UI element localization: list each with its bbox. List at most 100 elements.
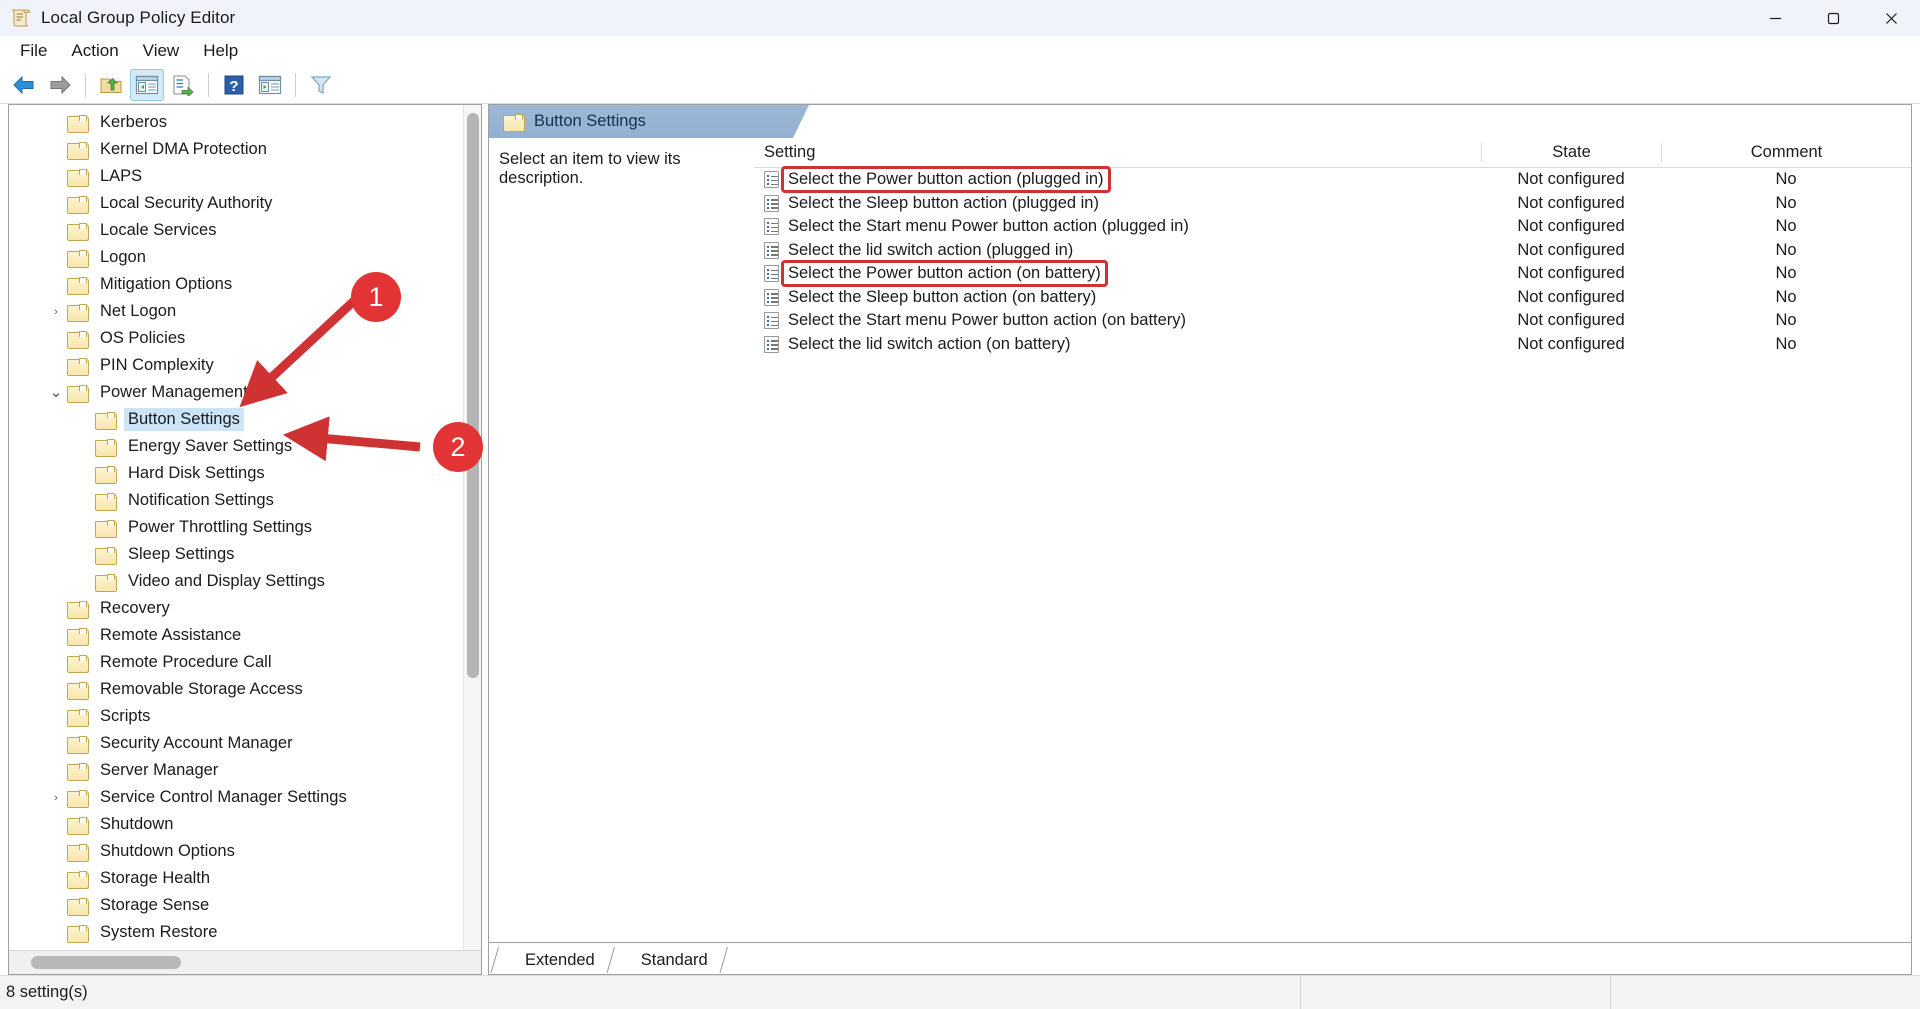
- maximize-button[interactable]: [1804, 0, 1862, 36]
- folder-icon: [67, 816, 89, 835]
- menu-action[interactable]: Action: [59, 38, 130, 64]
- chevron-right-icon[interactable]: ›: [45, 787, 67, 809]
- setting-row[interactable]: Select the Start menu Power button actio…: [754, 309, 1911, 333]
- folder-icon: [67, 924, 89, 943]
- annotation-marker-1: 1: [351, 272, 401, 322]
- setting-row[interactable]: Select the Power button action (plugged …: [754, 166, 1911, 194]
- tree-item-security-account-manager[interactable]: ›Security Account Manager: [9, 730, 481, 757]
- close-button[interactable]: [1862, 0, 1920, 36]
- menu-file[interactable]: File: [8, 38, 59, 64]
- back-icon[interactable]: [7, 69, 41, 101]
- tree-item-label: Energy Saver Settings: [128, 437, 293, 455]
- setting-row[interactable]: Select the Power button action (on batte…: [754, 260, 1911, 288]
- export-list-icon[interactable]: [166, 69, 200, 101]
- properties-icon[interactable]: [253, 69, 287, 101]
- tree-item-button-settings[interactable]: ›Button Settings: [9, 406, 481, 433]
- tree-item-os-policies[interactable]: ›OS Policies: [9, 325, 481, 352]
- tree-item-label: Net Logon: [100, 302, 177, 320]
- setting-row[interactable]: Select the lid switch action (on battery…: [754, 333, 1911, 357]
- policy-tree: ›Kerberos›Kernel DMA Protection›LAPS›Loc…: [9, 105, 481, 946]
- tree-item-power-management[interactable]: ⌄ Power Management: [9, 379, 481, 406]
- setting-comment-cell: No: [1775, 287, 1797, 306]
- tree-item-mitigation-options[interactable]: ›Mitigation Options: [9, 271, 481, 298]
- folder-icon: [67, 627, 89, 646]
- tree-item-kerberos[interactable]: ›Kerberos: [9, 109, 481, 136]
- forward-icon[interactable]: [43, 69, 77, 101]
- tree-item-local-security-authority[interactable]: ›Local Security Authority: [9, 190, 481, 217]
- help-icon[interactable]: ?: [217, 69, 251, 101]
- tree-item-laps[interactable]: ›LAPS: [9, 163, 481, 190]
- tree-vertical-scrollbar[interactable]: [463, 105, 481, 950]
- tree-item-label: Video and Display Settings: [128, 572, 325, 590]
- tree-horizontal-scrollbar[interactable]: [9, 950, 481, 974]
- tree-item-energy-saver-settings[interactable]: ›Energy Saver Settings: [9, 433, 481, 460]
- folder-icon: [67, 384, 89, 403]
- tree-item-remote-procedure-call[interactable]: ›Remote Procedure Call: [9, 649, 481, 676]
- tree-item-video-and-display-settings[interactable]: ›Video and Display Settings: [9, 568, 481, 595]
- svg-text:?: ?: [229, 78, 238, 95]
- tree-item-system-restore[interactable]: ›System Restore: [9, 919, 481, 946]
- folder-icon: [67, 195, 89, 214]
- tree-item-power-throttling-settings[interactable]: ›Power Throttling Settings: [9, 514, 481, 541]
- toolbar-separator-2: [208, 72, 209, 97]
- column-header-state[interactable]: State: [1481, 143, 1661, 162]
- tree-item-label: Hard Disk Settings: [128, 464, 265, 482]
- setting-name-text: Select the Start menu Power button actio…: [788, 217, 1189, 236]
- tree-item-storage-sense[interactable]: ›Storage Sense: [9, 892, 481, 919]
- chevron-right-icon[interactable]: ›: [45, 301, 67, 323]
- tree-item-server-manager[interactable]: ›Server Manager: [9, 757, 481, 784]
- show-hide-console-tree-icon[interactable]: [130, 68, 164, 101]
- tree-item-locale-services[interactable]: ›Locale Services: [9, 217, 481, 244]
- setting-name-text-wrapper: Select the Sleep button action (on batte…: [788, 288, 1096, 307]
- tab-extended[interactable]: Extended: [507, 946, 609, 974]
- tree-item-recovery[interactable]: ›Recovery: [9, 595, 481, 622]
- tree-item-remote-assistance[interactable]: ›Remote Assistance: [9, 622, 481, 649]
- folder-icon: [67, 735, 89, 754]
- tree-item-service-control-manager-settings[interactable]: › Service Control Manager Settings: [9, 784, 481, 811]
- tree-item-notification-settings[interactable]: ›Notification Settings: [9, 487, 481, 514]
- tree-item-label: Logon: [100, 248, 146, 266]
- tree-hscrollbar-thumb[interactable]: [31, 956, 181, 969]
- setting-row[interactable]: Select the Sleep button action (on batte…: [754, 286, 1911, 310]
- setting-name-cell: Select the Power button action (plugged …: [754, 166, 1481, 194]
- tree-item-removable-storage-access[interactable]: ›Removable Storage Access: [9, 676, 481, 703]
- menu-help[interactable]: Help: [191, 38, 250, 64]
- tree-item-logon[interactable]: ›Logon: [9, 244, 481, 271]
- setting-name-cell: Select the Power button action (on batte…: [754, 260, 1481, 288]
- column-header-setting[interactable]: Setting: [754, 143, 1481, 162]
- folder-icon: [95, 573, 117, 592]
- tree-item-sleep-settings[interactable]: ›Sleep Settings: [9, 541, 481, 568]
- setting-comment-cell: No: [1775, 193, 1797, 212]
- tab-standard[interactable]: Standard: [622, 946, 722, 974]
- chevron-down-icon[interactable]: ⌄: [45, 382, 67, 404]
- tree-item-label: Storage Sense: [100, 896, 210, 914]
- settings-list-column: Setting State Comment Select the Power b…: [754, 138, 1911, 942]
- setting-row[interactable]: Select the Start menu Power button actio…: [754, 215, 1911, 239]
- tree-item-label: Storage Health: [100, 869, 211, 887]
- up-one-level-icon[interactable]: [94, 69, 128, 101]
- filter-icon[interactable]: [304, 69, 338, 101]
- menu-view[interactable]: View: [131, 38, 192, 64]
- folder-icon: [67, 303, 89, 322]
- folder-icon: [67, 870, 89, 889]
- tree-item-pin-complexity[interactable]: ›PIN Complexity: [9, 352, 481, 379]
- tree-item-shutdown[interactable]: ›Shutdown: [9, 811, 481, 838]
- tree-item-hard-disk-settings[interactable]: ›Hard Disk Settings: [9, 460, 481, 487]
- setting-row[interactable]: Select the lid switch action (plugged in…: [754, 239, 1911, 263]
- tree-item-kernel-dma-protection[interactable]: ›Kernel DMA Protection: [9, 136, 481, 163]
- menu-bar: File Action View Help: [0, 36, 1920, 66]
- tree-item-storage-health[interactable]: ›Storage Health: [9, 865, 481, 892]
- description-placeholder-text: Select an item to view its description.: [499, 150, 681, 187]
- tree-item-net-logon[interactable]: › Net Logon: [9, 298, 481, 325]
- setting-comment-cell: No: [1775, 334, 1797, 353]
- column-header-comment[interactable]: Comment: [1661, 143, 1911, 162]
- minimize-button[interactable]: [1746, 0, 1804, 36]
- policy-setting-icon: [764, 312, 779, 330]
- tree-scrollbar-thumb[interactable]: [467, 113, 479, 678]
- tree-item-shutdown-options[interactable]: ›Shutdown Options: [9, 838, 481, 865]
- settings-list-header: Setting State Comment: [754, 138, 1911, 168]
- setting-state-cell: Not configured: [1517, 240, 1625, 259]
- tree-item-label: Server Manager: [100, 761, 219, 779]
- setting-row[interactable]: Select the Sleep button action (plugged …: [754, 192, 1911, 216]
- tree-item-scripts[interactable]: ›Scripts: [9, 703, 481, 730]
